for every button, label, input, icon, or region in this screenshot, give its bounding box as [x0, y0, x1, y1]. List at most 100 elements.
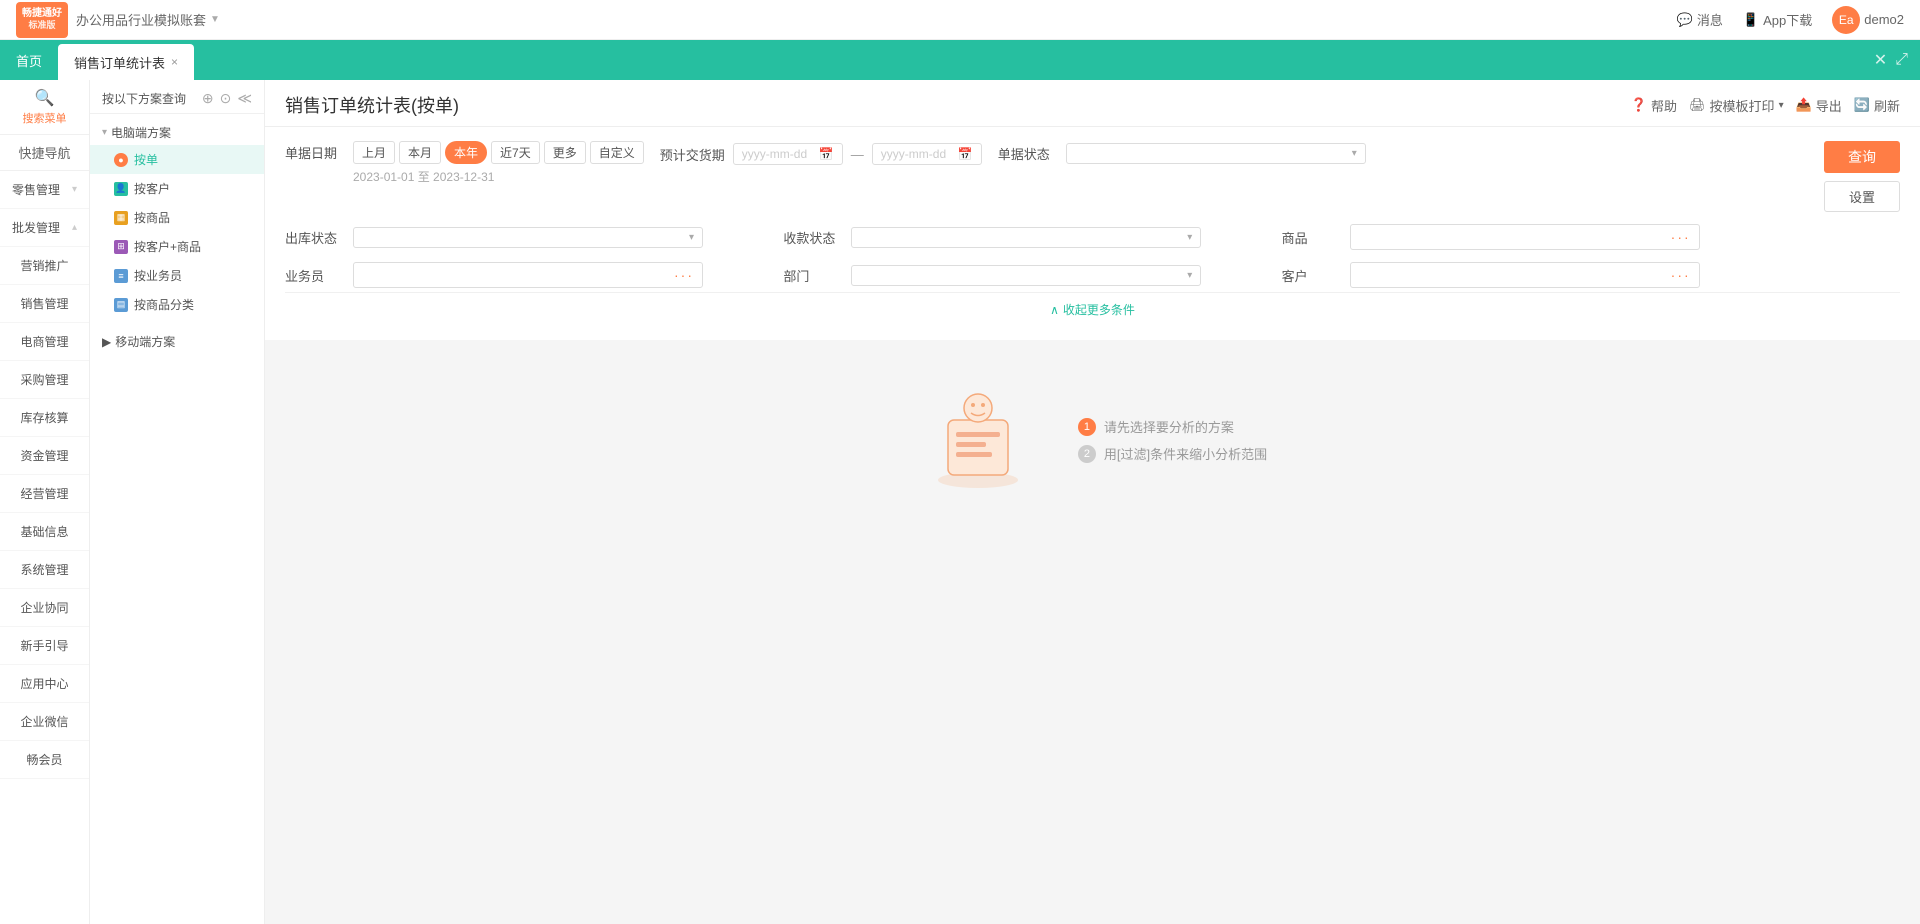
expected-date-start-input[interactable]: yyyy-mm-dd 📅	[733, 143, 843, 165]
main-content: 销售订单统计表(按单) ❓ 帮助 🖨 按模板打印 ▾ 📤 导出	[265, 80, 1920, 924]
date-7days-btn[interactable]: 近7天	[491, 141, 540, 164]
scheme-item-by-category[interactable]: ▤ 按商品分类	[90, 290, 264, 319]
tab-active[interactable]: 销售订单统计表 ×	[58, 44, 194, 80]
expected-date-end-input[interactable]: yyyy-mm-dd 📅	[872, 143, 982, 165]
date-custom-btn[interactable]: 自定义	[590, 141, 644, 164]
filter-area: 单据日期 上月 本月 本年 近7天 更多 自定义 2023-01-01 至 20…	[265, 127, 1920, 340]
export-icon: 📤	[1796, 97, 1812, 113]
date-separator: —	[851, 147, 864, 162]
sidebar-quick-nav[interactable]: 快捷导航	[0, 135, 89, 171]
date-this-year-btn[interactable]: 本年	[445, 141, 487, 164]
product-select[interactable]: ···	[1350, 224, 1700, 250]
calendar-icon: 📅	[819, 147, 834, 161]
top-bar-left: 畅捷通好 标准版 办公用品行业模拟账套 ▼	[16, 2, 220, 38]
sidebar-search[interactable]: 🔍 搜索菜单	[0, 80, 89, 135]
sidebar-item-ecommerce[interactable]: 电商管理	[0, 323, 89, 361]
payment-status-select[interactable]: ▾	[851, 227, 1201, 248]
window-maximize-btn[interactable]: ⤢	[1895, 51, 1908, 69]
collapse-bar[interactable]: ∧ 收起更多条件	[285, 292, 1900, 326]
tab-close-btn[interactable]: ×	[171, 55, 178, 69]
scheme-add-btn[interactable]: ⊕	[202, 90, 214, 107]
sidebar-item-basic-info[interactable]: 基础信息	[0, 513, 89, 551]
page-header: 销售订单统计表(按单) ❓ 帮助 🖨 按模板打印 ▾ 📤 导出	[265, 80, 1920, 127]
date-this-month-btn[interactable]: 本月	[399, 141, 441, 164]
bill-status-select[interactable]: ▾	[1066, 143, 1366, 164]
sidebar-item-marketing[interactable]: 营销推广	[0, 247, 89, 285]
content-area: 按以下方案查询 ⊕ ⊙ ≪ ▾ 电脑端方案 ● 按单 👤 按客户	[90, 80, 1920, 924]
empty-hint-1: 1 请先选择要分析的方案	[1078, 417, 1267, 436]
department-select[interactable]: ▾	[851, 265, 1201, 286]
refresh-icon: 🔄	[1854, 97, 1870, 113]
scheme-tbl2-icon: ▤	[114, 298, 128, 312]
top-bar: 畅捷通好 标准版 办公用品行业模拟账套 ▼ 💬 消息 📱 App下载 Ea de…	[0, 0, 1920, 40]
date-prev-month-btn[interactable]: 上月	[353, 141, 395, 164]
sidebar-item-collab[interactable]: 企业协同	[0, 589, 89, 627]
window-minimize-btn[interactable]: ✕	[1874, 50, 1887, 70]
sidebar-item-system[interactable]: 系统管理	[0, 551, 89, 589]
payment-status-label: 收款状态	[783, 228, 843, 247]
empty-illustration	[918, 380, 1038, 500]
sidebar-item-retail[interactable]: 零售管理 ▾	[0, 171, 89, 209]
calendar2-icon: 📅	[958, 147, 973, 161]
sidebar-item-purchase[interactable]: 采购管理	[0, 361, 89, 399]
salesperson-select[interactable]: ···	[353, 262, 703, 288]
scheme-item-by-customer[interactable]: 👤 按客户	[90, 174, 264, 203]
message-btn[interactable]: 💬 消息	[1677, 10, 1723, 29]
scheme-mobile-group: ▶ 移动端方案	[90, 325, 264, 358]
empty-state-area: 1 请先选择要分析的方案 2 用[过滤]条件来缩小分析范围	[265, 340, 1920, 540]
scheme-header-actions: ⊕ ⊙ ≪	[202, 90, 252, 107]
tab-bar: 首页 销售订单统计表 × ✕ ⤢	[0, 40, 1920, 80]
query-btn-area: 查询 设置	[1824, 141, 1900, 212]
app-download-btn[interactable]: 📱 App下载	[1743, 10, 1812, 29]
settings-btn[interactable]: 设置	[1824, 181, 1900, 212]
sidebar-item-operations[interactable]: 经营管理	[0, 475, 89, 513]
tab-bar-actions: ✕ ⤢	[1874, 50, 1920, 70]
scheme-tbl-icon: ⊞	[114, 240, 128, 254]
chevron-icon: ▾	[72, 184, 77, 195]
help-btn[interactable]: ❓ 帮助	[1631, 96, 1677, 115]
download-icon: 📱	[1743, 12, 1759, 28]
message-icon: 💬	[1677, 12, 1693, 28]
tab-home[interactable]: 首页	[0, 40, 58, 80]
delivery-chevron-icon: ▾	[689, 232, 694, 243]
sidebar-item-wechat[interactable]: 企业微信	[0, 703, 89, 741]
department-chevron-icon: ▾	[1187, 270, 1192, 281]
delivery-status-select[interactable]: ▾	[353, 227, 703, 248]
refresh-btn[interactable]: 🔄 刷新	[1854, 96, 1900, 115]
sidebar-item-finance[interactable]: 资金管理	[0, 437, 89, 475]
page-actions: ❓ 帮助 🖨 按模板打印 ▾ 📤 导出 🔄 刷新	[1631, 96, 1900, 115]
date-label: 单据日期	[285, 143, 345, 162]
export-btn[interactable]: 📤 导出	[1796, 96, 1842, 115]
print-btn[interactable]: 🖨 按模板打印 ▾	[1689, 96, 1784, 115]
scheme-item-by-customer-product[interactable]: ⊞ 按客户+商品	[90, 232, 264, 261]
customer-select[interactable]: ···	[1350, 262, 1700, 288]
date-more-btn[interactable]: 更多	[544, 141, 586, 164]
scheme-collapse-btn[interactable]: ≪	[237, 90, 252, 107]
query-btn[interactable]: 查询	[1824, 141, 1900, 173]
scheme-panel-header: 按以下方案查询 ⊕ ⊙ ≪	[90, 80, 264, 114]
app-selector[interactable]: 办公用品行业模拟账套 ▼	[76, 10, 220, 29]
sidebar-item-sales[interactable]: 销售管理	[0, 285, 89, 323]
logo: 畅捷通好 标准版	[16, 2, 68, 38]
sidebar-item-wholesale[interactable]: 批发管理 ▴	[0, 209, 89, 247]
sidebar-item-apps[interactable]: 应用中心	[0, 665, 89, 703]
bill-status-chevron-icon: ▾	[1352, 148, 1357, 159]
sidebar-item-guide[interactable]: 新手引导	[0, 627, 89, 665]
scheme-item-by-order[interactable]: ● 按单	[90, 145, 264, 174]
scheme-item-by-salesperson[interactable]: ≡ 按业务员	[90, 261, 264, 290]
scheme-group-mobile[interactable]: ▶ 移动端方案	[90, 329, 264, 354]
scheme-bar-icon: ≡	[114, 269, 128, 283]
sidebar-item-inventory[interactable]: 库存核算	[0, 399, 89, 437]
chevron-up-icon: ▴	[72, 222, 77, 233]
date-range-display: 2023-01-01 至 2023-12-31	[285, 168, 644, 185]
print-icon: 🖨	[1689, 97, 1706, 113]
user-menu[interactable]: Ea demo2	[1832, 6, 1904, 34]
collapse-icon: ∧	[1050, 303, 1059, 317]
help-icon: ❓	[1631, 97, 1647, 113]
scheme-item-by-product[interactable]: ▦ 按商品	[90, 203, 264, 232]
payment-chevron-icon: ▾	[1187, 232, 1192, 243]
sidebar-item-member[interactable]: 畅会员	[0, 741, 89, 779]
scheme-settings-btn[interactable]: ⊙	[220, 90, 232, 107]
scheme-group-desktop[interactable]: ▾ 电脑端方案	[90, 120, 264, 145]
scheme-dot-icon: ●	[114, 153, 128, 167]
